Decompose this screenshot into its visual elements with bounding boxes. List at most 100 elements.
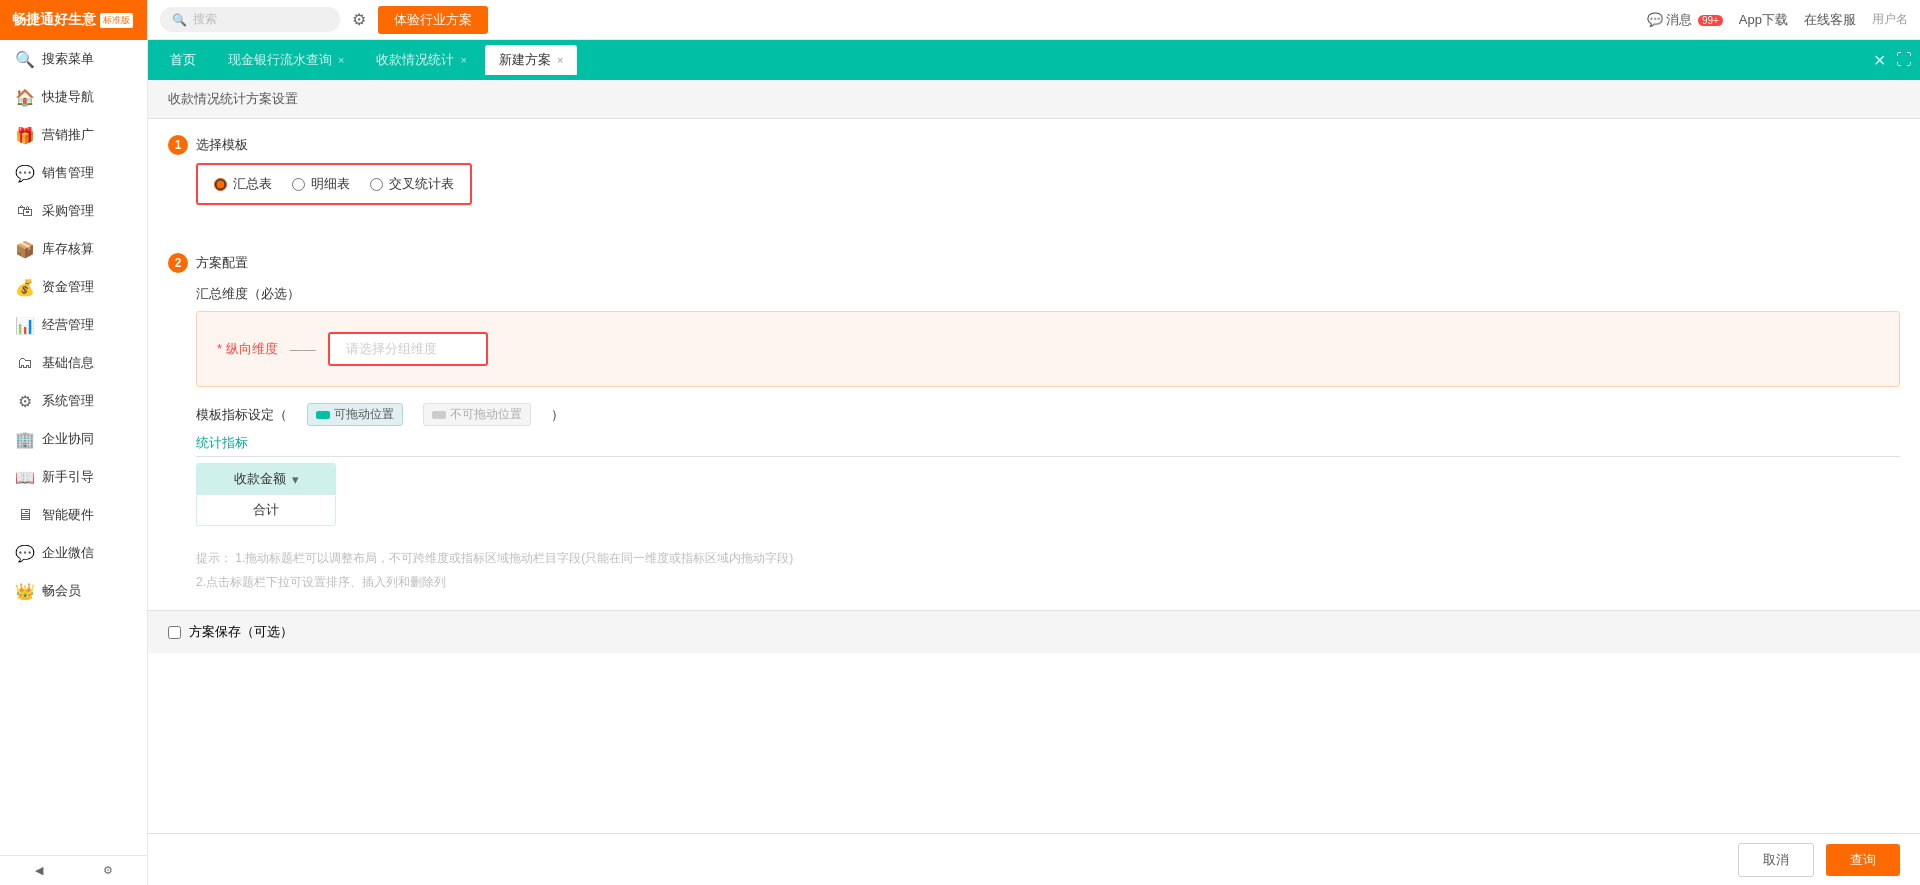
nav-tabs: 首页 现金银行流水查询 × 收款情况统计 × 新建方案 × ✕ ⛶: [148, 40, 1920, 80]
notification-badge: 99+: [1698, 15, 1723, 26]
sidebar-item-label: 系统管理: [42, 392, 94, 410]
sidebar-item-label: 企业协同: [42, 430, 94, 448]
sidebar-expand-btn[interactable]: ◀: [8, 864, 70, 877]
radio-cross-input[interactable]: [370, 178, 383, 191]
dimension-row-label: * 纵向维度: [217, 340, 278, 358]
funds-icon: 💰: [16, 278, 34, 296]
tab-cash-flow[interactable]: 现金银行流水查询 ×: [214, 45, 358, 75]
sidebar-logo: 畅捷通好生意 标准版: [0, 0, 147, 40]
radio-detail-input[interactable]: [292, 178, 305, 191]
radio-summary-label: 汇总表: [233, 175, 272, 193]
tab-home-label: 首页: [170, 51, 196, 69]
dimension-arrow-icon: ——: [290, 342, 316, 357]
app-download-link[interactable]: App下载: [1739, 11, 1788, 29]
sidebar-item-basic-info[interactable]: 🗂 基础信息: [0, 344, 147, 382]
search-placeholder-text: 搜索: [193, 11, 217, 28]
tab-receipt-stats-label: 收款情况统计: [376, 51, 454, 69]
main-area: 🔍 搜索 ⚙ 体验行业方案 💬 消息 99+ App下载 在线客服 用户名 首页…: [148, 0, 1920, 885]
basic-info-icon: 🗂: [16, 354, 34, 372]
save-checkbox[interactable]: [168, 626, 181, 639]
sidebar-item-guide[interactable]: 📖 新手引导: [0, 458, 147, 496]
enterprise-icon: 🏢: [16, 430, 34, 448]
step2-badge: 2: [168, 253, 188, 273]
dimension-area: * 纵向维度 —— 请选择分组维度: [196, 311, 1900, 387]
step1-section: 1 选择模板 汇总表 明细表 交叉统计表: [148, 119, 1920, 221]
sidebar-item-label: 搜索菜单: [42, 50, 94, 68]
step2-row: 2 方案配置: [168, 253, 1900, 273]
sidebar-item-inventory[interactable]: 📦 库存核算: [0, 230, 147, 268]
system-icon: ⚙: [16, 392, 34, 410]
breadcrumb: 收款情况统计方案设置: [148, 80, 1920, 119]
sidebar-item-label: 销售管理: [42, 164, 94, 182]
stats-table-header[interactable]: 收款金额 ▾: [197, 464, 335, 494]
non-draggable-label: 不可拖动位置: [450, 406, 522, 423]
stats-dropdown-icon[interactable]: ▾: [292, 472, 299, 487]
tab-new-plan-close[interactable]: ×: [557, 54, 563, 66]
stats-header-text: 收款金额: [234, 470, 286, 488]
radio-cross[interactable]: 交叉统计表: [370, 175, 454, 193]
sidebar-item-sales[interactable]: 💬 销售管理: [0, 154, 147, 192]
metrics-section: 模板指标设定（ 可拖动位置 不可拖动位置 ） 统计指标 收款金额: [196, 403, 1900, 526]
footer: 取消 查询: [148, 833, 1920, 885]
maximize-window-icon[interactable]: ⛶: [1896, 51, 1912, 69]
gear-icon[interactable]: ⚙: [352, 10, 366, 29]
topbar-search-box[interactable]: 🔍 搜索: [160, 7, 340, 32]
sidebar-settings-btn[interactable]: ⚙: [78, 864, 140, 877]
sidebar-item-label: 新手引导: [42, 468, 94, 486]
sidebar-item-marketing[interactable]: 🎁 营销推广: [0, 116, 147, 154]
metrics-header: 模板指标设定（ 可拖动位置 不可拖动位置 ）: [196, 403, 1900, 426]
search-menu-icon: 🔍: [16, 50, 34, 68]
step2-label: 方案配置: [196, 254, 248, 272]
draggable-tag: 可拖动位置: [307, 403, 403, 426]
radio-cross-label: 交叉统计表: [389, 175, 454, 193]
step1-label: 选择模板: [196, 136, 248, 154]
marketing-icon: 🎁: [16, 126, 34, 144]
purchase-icon: 🛍: [16, 202, 34, 220]
sidebar-item-label: 经营管理: [42, 316, 94, 334]
sidebar-item-quick-nav[interactable]: 🏠 快捷导航: [0, 78, 147, 116]
query-button[interactable]: 查询: [1826, 844, 1900, 876]
non-draggable-tag: 不可拖动位置: [423, 403, 531, 426]
sidebar-item-label: 采购管理: [42, 202, 94, 220]
breadcrumb-text: 收款情况统计方案设置: [168, 91, 298, 106]
cancel-button[interactable]: 取消: [1738, 843, 1814, 877]
sidebar-item-funds[interactable]: 💰 资金管理: [0, 268, 147, 306]
stats-table: 收款金额 ▾ 合计: [196, 463, 336, 526]
sidebar-item-wechat[interactable]: 💬 企业微信: [0, 534, 147, 572]
tip-1: 提示： 1.拖动标题栏可以调整布局，不可跨维度或指标区域拖动栏目字段(只能在同一…: [196, 546, 1900, 570]
radio-detail[interactable]: 明细表: [292, 175, 350, 193]
sidebar-item-operation[interactable]: 📊 经营管理: [0, 306, 147, 344]
sidebar-item-system[interactable]: ⚙ 系统管理: [0, 382, 147, 420]
tips-section: 提示： 1.拖动标题栏可以调整布局，不可跨维度或指标区域拖动栏目字段(只能在同一…: [196, 546, 1900, 594]
sidebar: 畅捷通好生意 标准版 🔍 搜索菜单 🏠 快捷导航 🎁 营销推广 💬 销售管理 🛍…: [0, 0, 148, 885]
tab-home[interactable]: 首页: [156, 45, 210, 75]
inventory-icon: 📦: [16, 240, 34, 258]
radio-summary[interactable]: 汇总表: [214, 175, 272, 193]
tab-receipt-stats-close[interactable]: ×: [460, 54, 466, 66]
tab-new-plan-label: 新建方案: [499, 51, 551, 69]
member-icon: 👑: [16, 582, 34, 600]
sidebar-item-label: 畅会员: [42, 582, 81, 600]
stats-label: 统计指标: [196, 434, 1900, 457]
topbar-right: 💬 消息 99+ App下载 在线客服 用户名: [1647, 11, 1908, 29]
tab-cash-flow-close[interactable]: ×: [338, 54, 344, 66]
sidebar-item-member[interactable]: 👑 畅会员: [0, 572, 147, 610]
sidebar-item-enterprise[interactable]: 🏢 企业协同: [0, 420, 147, 458]
trial-btn[interactable]: 体验行业方案: [378, 6, 488, 34]
radio-detail-label: 明细表: [311, 175, 350, 193]
radio-summary-input[interactable]: [214, 178, 227, 191]
online-service-link[interactable]: 在线客服: [1804, 11, 1856, 29]
notification-area[interactable]: 💬 消息 99+: [1647, 11, 1723, 29]
sidebar-item-purchase[interactable]: 🛍 采购管理: [0, 192, 147, 230]
dimension-select[interactable]: 请选择分组维度: [328, 332, 488, 366]
step1-badge: 1: [168, 135, 188, 155]
sidebar-item-search-menu[interactable]: 🔍 搜索菜单: [0, 40, 147, 78]
tab-receipt-stats[interactable]: 收款情况统计 ×: [362, 45, 480, 75]
sidebar-item-label: 快捷导航: [42, 88, 94, 106]
close-window-icon[interactable]: ✕: [1873, 51, 1886, 70]
tab-new-plan[interactable]: 新建方案 ×: [485, 45, 577, 75]
operation-icon: 📊: [16, 316, 34, 334]
sidebar-item-label: 企业微信: [42, 544, 94, 562]
quick-nav-icon: 🏠: [16, 88, 34, 106]
sidebar-item-smart-hw[interactable]: 🖥 智能硬件: [0, 496, 147, 534]
